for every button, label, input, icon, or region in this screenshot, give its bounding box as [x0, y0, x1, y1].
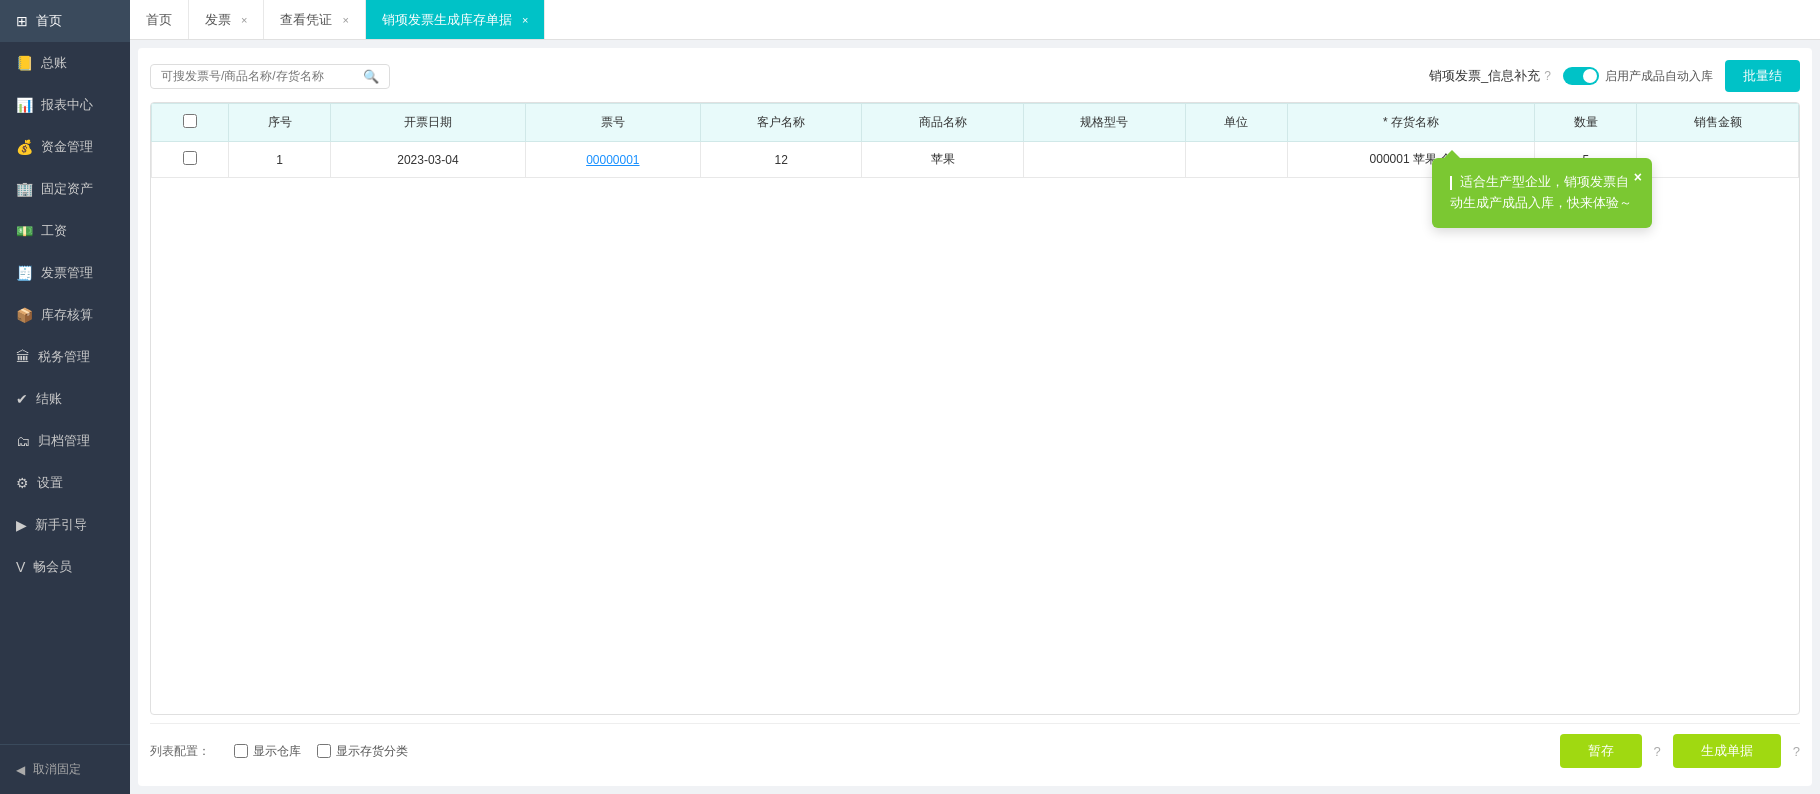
sidebar-bottom: ◀ 取消固定 — [0, 744, 130, 794]
batch-button[interactable]: 批量结 — [1725, 60, 1800, 92]
main-area: 首页 发票 × 查看凭证 × 销项发票生成库存单据 × 🔍 销项发票_信息补充 … — [130, 0, 1820, 794]
tooltip-close-button[interactable]: × — [1634, 166, 1642, 188]
row-sales-amount — [1637, 142, 1799, 178]
toggle-knob — [1583, 69, 1597, 83]
sidebar-item-invoice-management[interactable]: 🧾 发票管理 — [0, 252, 130, 294]
row-date: 2023-03-04 — [330, 142, 525, 178]
show-category-checkbox[interactable] — [317, 744, 331, 758]
sidebar-item-fund-management[interactable]: 💰 资金管理 — [0, 126, 130, 168]
sidebar-item-settings[interactable]: ⚙ 设置 — [0, 462, 130, 504]
page-content: 🔍 销项发票_信息补充 ? 启用产成品自动入库 批量结 — [138, 48, 1812, 786]
show-category-label[interactable]: 显示存货分类 — [317, 743, 408, 760]
tax-icon: 🏛 — [16, 349, 30, 365]
sidebar-item-member[interactable]: V 畅会员 — [0, 546, 130, 588]
row-unit — [1185, 142, 1287, 178]
toggle-area: 启用产成品自动入库 — [1563, 67, 1713, 85]
col-product: 商品名称 — [862, 104, 1024, 142]
toolbar: 🔍 销项发票_信息补充 ? 启用产成品自动入库 批量结 — [150, 60, 1800, 92]
unpin-button[interactable]: ◀ 取消固定 — [0, 753, 130, 786]
sidebar-item-archive[interactable]: 🗂 归档管理 — [0, 420, 130, 462]
checkout-icon: ✔ — [16, 391, 28, 407]
sidebar-item-inventory[interactable]: 📦 库存核算 — [0, 294, 130, 336]
search-icon: 🔍 — [363, 69, 379, 84]
gear-icon: ⚙ — [16, 475, 29, 491]
sidebar-item-general-ledger[interactable]: 📒 总账 — [0, 42, 130, 84]
unpin-icon: ◀ — [16, 763, 25, 777]
home-icon: ⊞ — [16, 13, 28, 29]
search-input[interactable] — [161, 69, 359, 83]
sidebar-item-fixed-assets[interactable]: 🏢 固定资产 — [0, 168, 130, 210]
row-checkbox[interactable] — [183, 151, 197, 165]
bottom-bar: 列表配置： 显示仓库 显示存货分类 暂存 ? 生成单据 ? — [150, 723, 1800, 774]
generate-button[interactable]: 生成单据 — [1673, 734, 1781, 768]
col-date: 开票日期 — [330, 104, 525, 142]
col-spec: 规格型号 — [1024, 104, 1186, 142]
col-inventory-name: * 存货名称 — [1287, 104, 1535, 142]
inventory-icon: 📦 — [16, 307, 33, 323]
tab-close-voucher[interactable]: × — [342, 14, 348, 26]
row-ticket-no[interactable]: 00000001 — [525, 142, 700, 178]
show-warehouse-label[interactable]: 显示仓库 — [234, 743, 301, 760]
row-index: 1 — [229, 142, 331, 178]
save-help-icon[interactable]: ? — [1654, 744, 1661, 759]
info-question-icon[interactable]: ? — [1544, 69, 1551, 83]
tab-close-inventory-doc[interactable]: × — [522, 14, 528, 26]
tooltip-cursor — [1450, 176, 1452, 190]
assets-icon: 🏢 — [16, 181, 33, 197]
auto-warehouse-toggle[interactable] — [1563, 67, 1599, 85]
search-box[interactable]: 🔍 — [150, 64, 390, 89]
select-all-checkbox[interactable] — [183, 114, 197, 128]
row-checkbox-cell — [152, 142, 229, 178]
col-unit: 单位 — [1185, 104, 1287, 142]
tab-close-invoice[interactable]: × — [241, 14, 247, 26]
sidebar-item-payroll[interactable]: 💵 工资 — [0, 210, 130, 252]
save-button[interactable]: 暂存 — [1560, 734, 1642, 768]
col-index: 序号 — [229, 104, 331, 142]
info-label: 销项发票_信息补充 ? — [1429, 67, 1551, 85]
member-icon: V — [16, 559, 25, 575]
sidebar-item-home[interactable]: ⊞ 首页 — [0, 0, 130, 42]
row-spec — [1024, 142, 1186, 178]
col-checkbox — [152, 104, 229, 142]
list-config-label: 列表配置： — [150, 743, 210, 760]
col-quantity: 数量 — [1535, 104, 1637, 142]
tab-home[interactable]: 首页 — [130, 0, 189, 39]
tab-voucher[interactable]: 查看凭证 × — [264, 0, 365, 39]
sidebar-item-checkout[interactable]: ✔ 结账 — [0, 378, 130, 420]
bottom-actions: 暂存 ? 生成单据 ? — [1560, 734, 1800, 768]
col-ticket-no: 票号 — [525, 104, 700, 142]
tab-invoice[interactable]: 发票 × — [189, 0, 264, 39]
sidebar-item-beginner-guide[interactable]: ▶ 新手引导 — [0, 504, 130, 546]
col-sales-amount: 销售金额 — [1637, 104, 1799, 142]
tab-inventory-doc[interactable]: 销项发票生成库存单据 × — [366, 0, 545, 39]
tooltip-popup: 适合生产型企业，销项发票自动生成产成品入库，快来体验～ × — [1432, 158, 1652, 228]
archive-icon: 🗂 — [16, 433, 30, 449]
payroll-icon: 💵 — [16, 223, 33, 239]
guide-icon: ▶ — [16, 517, 27, 533]
ledger-icon: 📒 — [16, 55, 33, 71]
sidebar-item-report-center[interactable]: 📊 报表中心 — [0, 84, 130, 126]
fund-icon: 💰 — [16, 139, 33, 155]
invoice-icon: 🧾 — [16, 265, 33, 281]
row-product: 苹果 — [862, 142, 1024, 178]
report-icon: 📊 — [16, 97, 33, 113]
col-customer: 客户名称 — [700, 104, 862, 142]
tab-bar: 首页 发票 × 查看凭证 × 销项发票生成库存单据 × — [130, 0, 1820, 40]
generate-help-icon[interactable]: ? — [1793, 744, 1800, 759]
sidebar: ⊞ 首页 📒 总账 📊 报表中心 💰 资金管理 🏢 固定资产 💵 工资 🧾 发票… — [0, 0, 130, 794]
toolbar-right: 销项发票_信息补充 ? 启用产成品自动入库 批量结 — [1429, 60, 1800, 92]
sidebar-item-tax-management[interactable]: 🏛 税务管理 — [0, 336, 130, 378]
show-warehouse-checkbox[interactable] — [234, 744, 248, 758]
row-customer: 12 — [700, 142, 862, 178]
